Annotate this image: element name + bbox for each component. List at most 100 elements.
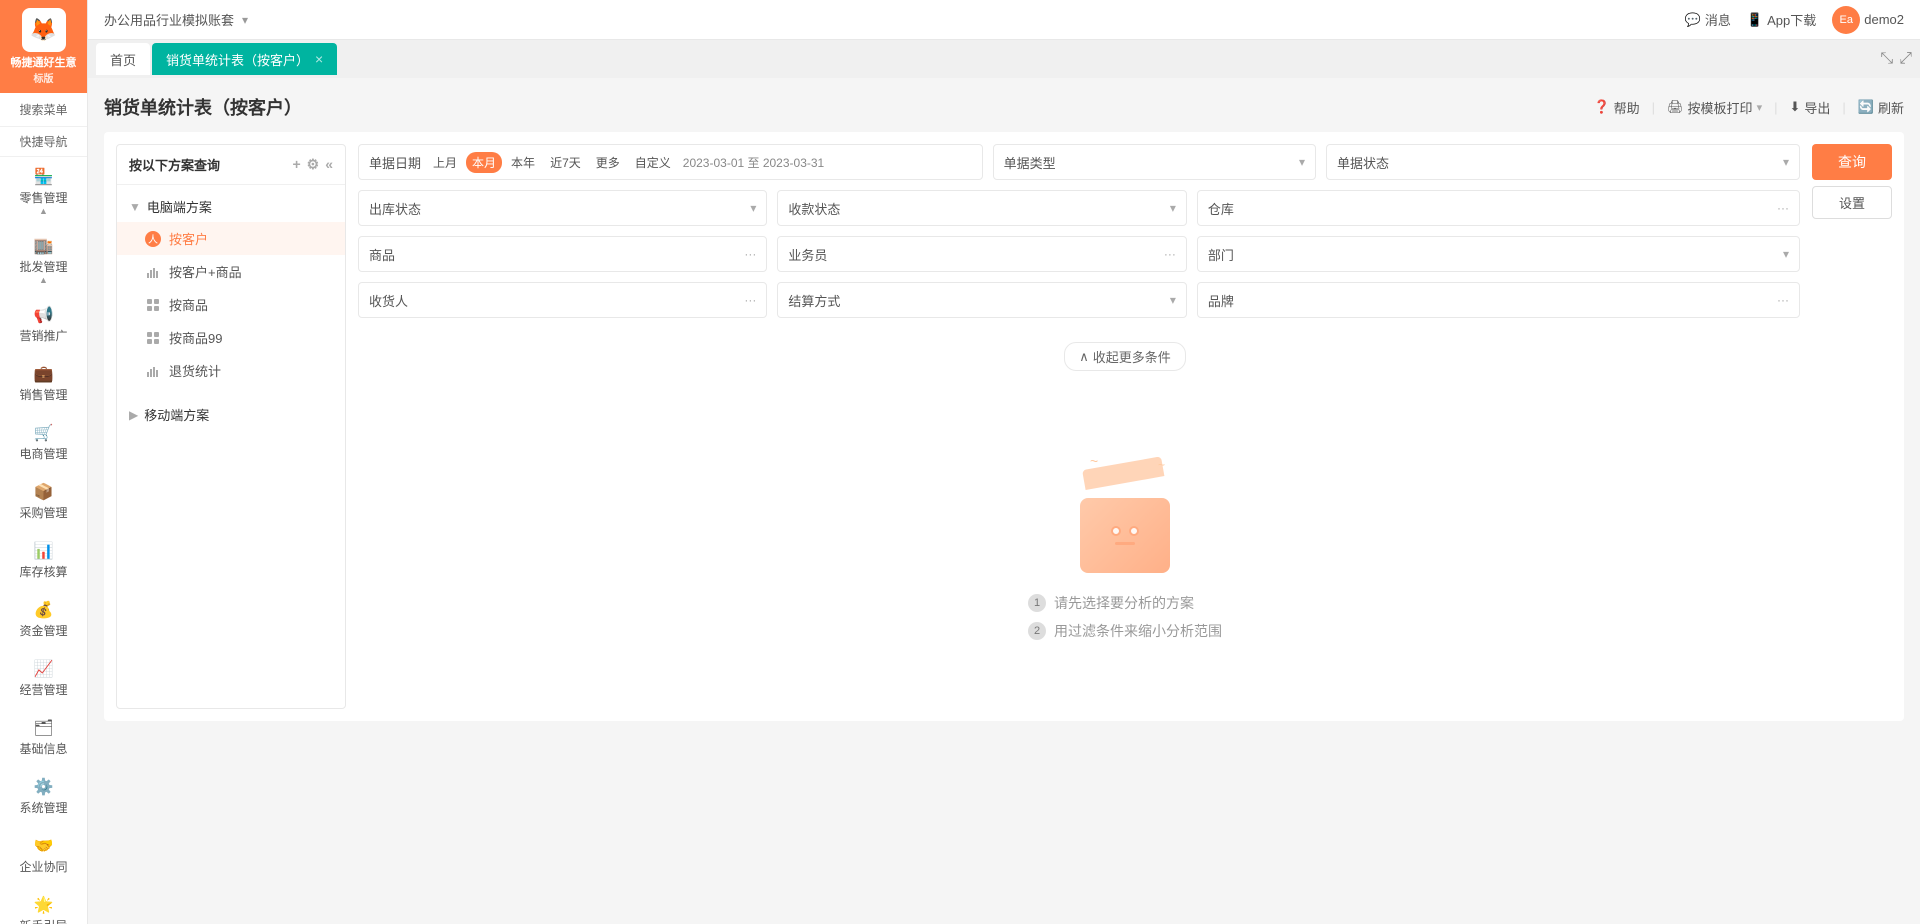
inventory-icon: 📊 [34,541,54,561]
brand-dots-icon[interactable]: ··· [1777,293,1789,307]
return-stats-icon [145,363,161,379]
sidebar: 🦊 畅捷通好生意 标版 搜索菜单 快捷导航 🏪 零售管理 ▲ 🏬 批发管理 ▲ … [0,0,88,924]
user-menu[interactable]: Ea demo2 [1832,6,1904,34]
warehouse-filter[interactable]: 仓库 ··· [1197,190,1800,226]
scheme-item-by-customer[interactable]: 人 按客户 [117,222,345,255]
scheme-item-by-customer-product[interactable]: 按客户+商品 [117,255,345,288]
warehouse-dots-icon[interactable]: ··· [1777,201,1789,215]
status-label: 单据状态 [1337,153,1389,172]
department-chevron-icon[interactable]: ▾ [1783,247,1789,261]
type-filter[interactable]: 单据类型 ▾ [993,144,1316,180]
query-button[interactable]: 查询 [1812,144,1892,180]
scheme-collapse-button[interactable]: « [325,156,333,173]
sidebar-quick-nav[interactable]: 快捷导航 [0,127,87,157]
date-btn-this-year[interactable]: 本年 [505,152,541,173]
scheme-panel: 按以下方案查询 + ⚙ « ▼ 电脑端方案 人 [116,144,346,709]
refresh-button[interactable]: 🔄 刷新 [1858,98,1904,117]
sidebar-item-inventory[interactable]: 📊 库存核算 [0,531,87,590]
sidebar-item-enterprise[interactable]: 🤝 企业协同 [0,826,87,885]
tab-sales-stats[interactable]: 销货单统计表（按客户） × [152,43,337,75]
minimize-icon[interactable]: ⤡ [1880,50,1893,68]
sidebar-item-marketing[interactable]: 📢 营销推广 [0,295,87,354]
header-right: 💬 消息 📱 App下载 Ea demo2 [1685,6,1904,34]
date-btn-this-month[interactable]: 本月 [466,152,502,173]
date-label: 单据日期 [369,153,421,172]
help-button[interactable]: ❓ 帮助 [1593,98,1639,117]
sidebar-item-finance[interactable]: 💰 资金管理 [0,590,87,649]
salesman-dots-icon[interactable]: ··· [1164,247,1176,261]
settlement-input[interactable] [846,293,1163,308]
scheme-add-button[interactable]: + [292,156,300,173]
sidebar-item-purchase[interactable]: 📦 采购管理 [0,472,87,531]
print-dropdown-icon[interactable]: ▾ [1757,101,1763,114]
print-button[interactable]: 🖨 按模板打印 ▾ [1667,98,1762,117]
sidebar-item-system[interactable]: ⚙️ 系统管理 [0,767,87,826]
collect-status-filter[interactable]: 收款状态 ▾ [777,190,1186,226]
header-dropdown-icon[interactable]: ▾ [242,13,248,27]
type-input[interactable] [1062,155,1293,170]
settings-button[interactable]: 设置 [1812,186,1892,219]
sidebar-item-newbie-label: 新手引导 [19,917,67,924]
sidebar-logo[interactable]: 🦊 畅捷通好生意 标版 [0,0,87,93]
collect-status-chevron-icon[interactable]: ▾ [1170,201,1176,215]
sidebar-item-ecommerce[interactable]: 🛒 电商管理 [0,413,87,472]
product-input[interactable] [401,247,738,262]
brand-input[interactable] [1240,293,1771,308]
empty-hint-1: 1 请先选择要分析的方案 [1028,593,1222,613]
date-btn-last-month[interactable]: 上月 [427,152,463,173]
salesman-label: 业务员 [788,245,827,264]
salesman-filter[interactable]: 业务员 ··· [777,236,1186,272]
status-input[interactable] [1395,155,1777,170]
sidebar-item-retail[interactable]: 🏪 零售管理 ▲ [0,157,87,226]
status-chevron-icon[interactable]: ▾ [1783,155,1789,169]
sidebar-item-system-label: 系统管理 [19,799,67,816]
department-input[interactable] [1240,247,1777,262]
scheme-item-return-stats[interactable]: 退货统计 [117,354,345,387]
warehouse-input[interactable] [1240,201,1771,216]
sidebar-item-sales[interactable]: 💼 销售管理 [0,354,87,413]
department-filter[interactable]: 部门 ▾ [1197,236,1800,272]
receiver-filter[interactable]: 收货人 ··· [358,282,767,318]
sidebar-item-newbie[interactable]: 🌟 新手引导 [0,885,87,924]
scheme-mobile-group-header[interactable]: ▶ 移动端方案 [117,399,345,430]
app-download-icon: 📱 [1747,12,1763,28]
maximize-icon[interactable]: ⤢ [1899,50,1912,68]
out-status-filter[interactable]: 出库状态 ▾ [358,190,767,226]
settlement-chevron-icon[interactable]: ▾ [1170,293,1176,307]
brand-filter[interactable]: 品牌 ··· [1197,282,1800,318]
date-btn-custom[interactable]: 自定义 [629,152,677,173]
robot-mouth [1115,542,1135,545]
sidebar-item-marketing-label: 营销推广 [19,327,67,344]
date-btn-more[interactable]: 更多 [590,152,626,173]
settlement-filter[interactable]: 结算方式 ▾ [777,282,1186,318]
salesman-input[interactable] [833,247,1157,262]
scheme-item-by-product[interactable]: 按商品 [117,288,345,321]
message-button[interactable]: 💬 消息 [1685,10,1731,29]
product-filter[interactable]: 商品 ··· [358,236,767,272]
header-title: 办公用品行业模拟账套 [104,10,234,29]
receiver-dots-icon[interactable]: ··· [744,293,756,307]
receiver-input[interactable] [414,293,738,308]
sidebar-search[interactable]: 搜索菜单 [0,93,87,127]
status-filter[interactable]: 单据状态 ▾ [1326,144,1800,180]
product-dots-icon[interactable]: ··· [744,247,756,261]
help-icon: ❓ [1593,99,1609,115]
tab-close-icon[interactable]: × [315,51,323,67]
sidebar-item-operations[interactable]: 📈 经营管理 [0,649,87,708]
scheme-settings-button[interactable]: ⚙ [307,156,320,173]
collect-status-input[interactable] [846,201,1163,216]
date-btn-7days[interactable]: 近7天 [544,152,587,173]
app-download-button[interactable]: 📱 App下载 [1747,10,1816,29]
out-status-chevron-icon[interactable]: ▾ [750,201,756,215]
export-button[interactable]: ⬇ 导出 [1789,98,1830,117]
type-chevron-icon[interactable]: ▾ [1299,155,1305,169]
scheme-item-by-product-99[interactable]: 按商品99 [117,321,345,354]
scheme-desktop-group-header[interactable]: ▼ 电脑端方案 [117,191,345,222]
filters-area: 单据日期 上月 本月 本年 近7天 更多 自定义 2023-03-01 至 20… [358,144,1800,328]
sidebar-item-wholesale[interactable]: 🏬 批发管理 ▲ [0,226,87,295]
collapse-button[interactable]: ∧ 收起更多条件 [1064,342,1186,371]
out-status-input[interactable] [427,201,744,216]
sidebar-item-basic[interactable]: 🗂 基础信息 [0,708,87,767]
retail-icon: 🏪 [34,167,54,187]
tab-home[interactable]: 首页 [96,43,150,75]
